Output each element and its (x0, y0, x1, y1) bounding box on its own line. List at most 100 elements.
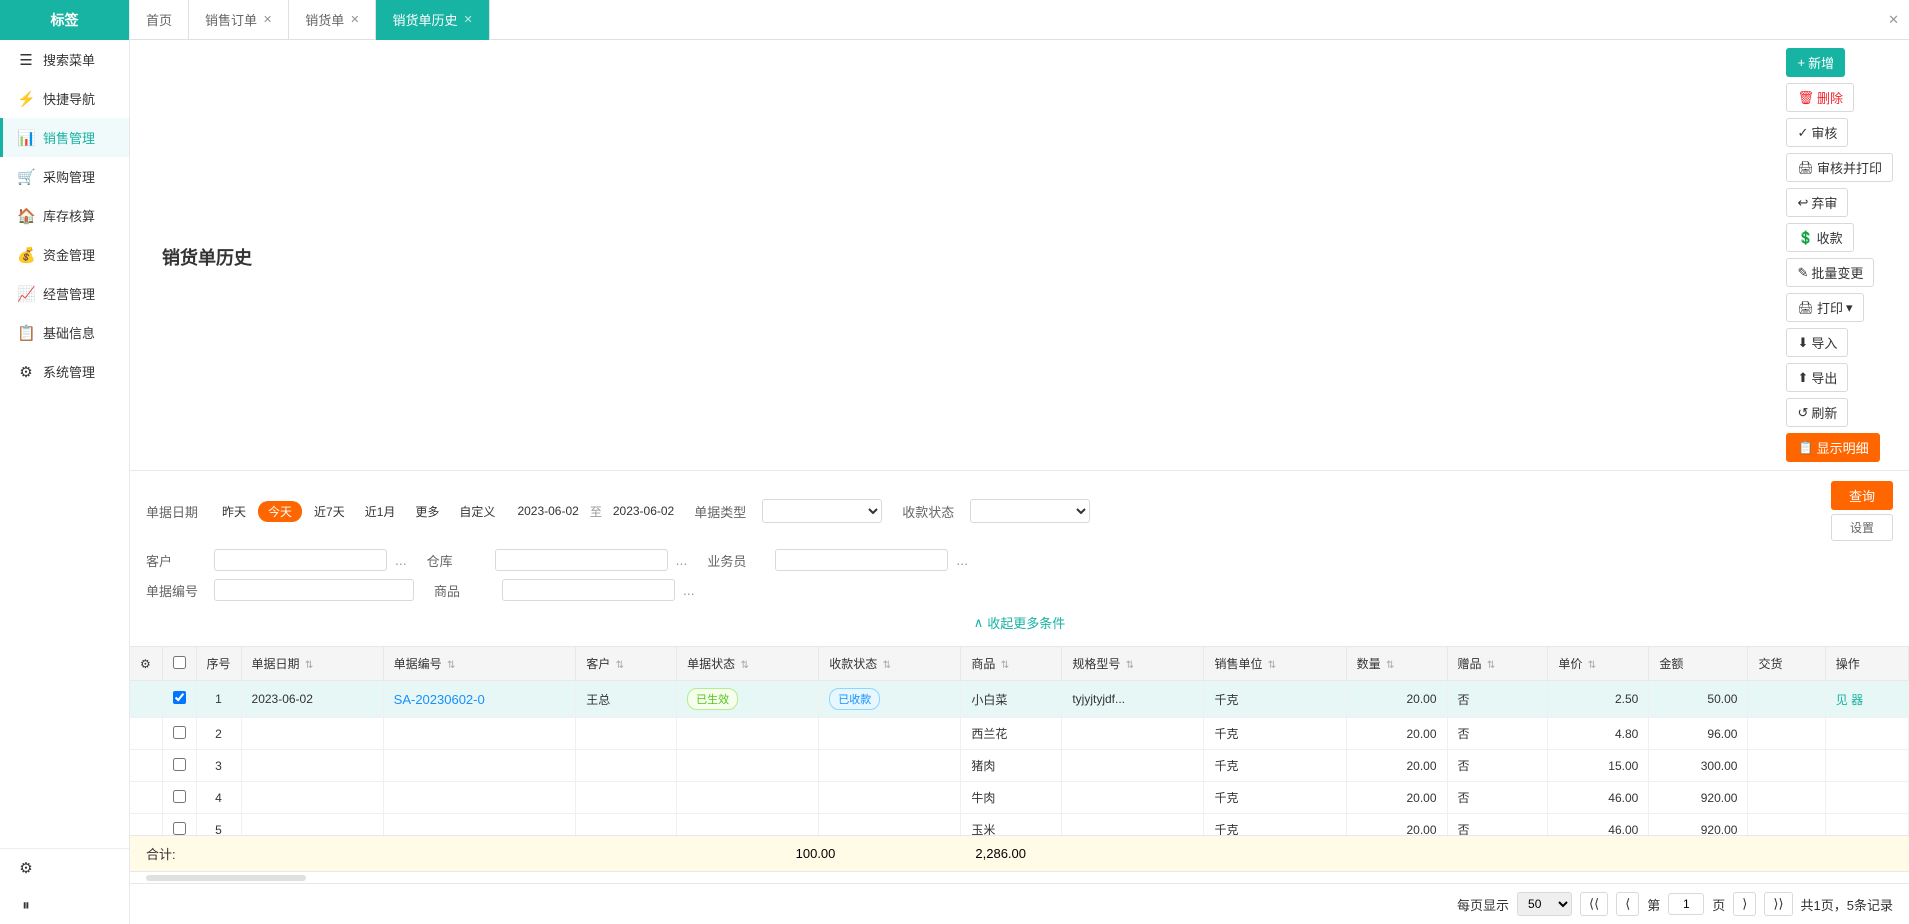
select-all-checkbox[interactable] (173, 656, 186, 669)
sidebar-item-inventory[interactable]: 🏠 库存核算 (0, 196, 129, 235)
show-detail-button[interactable]: 📋 显示明细 (1786, 433, 1879, 462)
operation-mgmt-icon: 📈 (17, 285, 35, 303)
td-payment-status (819, 782, 961, 814)
th-spec[interactable]: 规格型号 ⇅ (1062, 647, 1204, 681)
td-checkbox[interactable] (162, 814, 196, 836)
date-btn-yesterday[interactable]: 昨天 (214, 501, 254, 522)
sidebar-item-capital-mgmt[interactable]: 💰 资金管理 (0, 235, 129, 274)
tab-sales-history-close[interactable]: ✕ (464, 13, 473, 26)
td-no: 3 (196, 750, 241, 782)
th-checkbox[interactable] (162, 647, 196, 681)
td-checkbox[interactable] (162, 718, 196, 750)
payment-status-select[interactable] (970, 499, 1090, 523)
row-checkbox[interactable] (173, 758, 186, 771)
date-btn-7days[interactable]: 近7天 (306, 501, 353, 522)
staff-input[interactable] (775, 549, 948, 571)
th-gift[interactable]: 赠品 ⇅ (1447, 647, 1548, 681)
tab-sales-order-close[interactable]: ✕ (263, 13, 272, 26)
first-page-btn[interactable]: ⟨⟨ (1580, 892, 1608, 916)
setting-button[interactable]: 设置 (1831, 514, 1893, 541)
page-number-input[interactable] (1668, 893, 1704, 915)
audit-button[interactable]: ✓ 审核 (1786, 118, 1848, 147)
th-doc-no[interactable]: 单据编号 ⇅ (383, 647, 576, 681)
scrollbar-thumb[interactable] (146, 875, 306, 881)
collapse-btn[interactable]: ∧ 收起更多条件 (146, 609, 1893, 636)
filter-actions: 查询 设置 (1831, 481, 1893, 541)
doc-no-input[interactable] (214, 579, 414, 601)
window-close-btn[interactable]: ✕ (1888, 12, 1899, 28)
td-doc-status (677, 718, 819, 750)
th-goods[interactable]: 商品 ⇅ (961, 647, 1062, 681)
th-gear[interactable]: ⚙ (130, 647, 162, 681)
customer-dots-btn[interactable]: ... (395, 552, 407, 568)
td-qty: 20.00 (1346, 814, 1447, 836)
warehouse-dots-btn[interactable]: ... (676, 552, 688, 568)
date-btn-more[interactable]: 更多 (407, 501, 447, 522)
th-doc-status[interactable]: 单据状态 ⇅ (677, 647, 819, 681)
per-page-select[interactable]: 20 50 100 (1517, 892, 1572, 916)
view-action-btn[interactable]: 见 (1836, 693, 1848, 707)
sidebar-item-settings[interactable]: ⚙ (0, 849, 129, 887)
date-btn-1month[interactable]: 近1月 (357, 501, 404, 522)
sidebar-item-operation-mgmt[interactable]: 📈 经营管理 (0, 274, 129, 313)
tab-sales-history[interactable]: 销货单历史 ✕ (376, 0, 489, 40)
tab-home[interactable]: 首页 (130, 0, 189, 40)
last-page-btn[interactable]: ⟩⟩ (1764, 892, 1792, 916)
query-button[interactable]: 查询 (1831, 481, 1893, 510)
row-checkbox[interactable] (173, 691, 186, 704)
window-controls: ✕ (1888, 12, 1909, 28)
sidebar-item-pause[interactable]: ⏸ (0, 887, 129, 924)
doc-no-link[interactable]: SA-20230602-0 (394, 692, 485, 707)
next-page-btn[interactable]: ⟩ (1733, 892, 1756, 916)
th-payment-status[interactable]: 收款状态 ⇅ (819, 647, 961, 681)
date-btn-custom[interactable]: 自定义 (451, 501, 503, 522)
export-button[interactable]: ⬆ 导出 (1786, 363, 1848, 392)
warehouse-input[interactable] (495, 549, 668, 571)
prev-page-btn[interactable]: ⟨ (1616, 892, 1639, 916)
th-unit[interactable]: 销售单位 ⇅ (1204, 647, 1346, 681)
tab-sales-goods[interactable]: 销货单 ✕ (289, 0, 376, 40)
th-price[interactable]: 单价 ⇅ (1548, 647, 1649, 681)
sidebar-item-quick-nav[interactable]: ⚡ 快捷导航 (0, 79, 129, 118)
more-action-btn[interactable]: 器 (1851, 693, 1863, 707)
import-button[interactable]: ⬇ 导入 (1786, 328, 1848, 357)
refresh-button[interactable]: ↺ 刷新 (1786, 398, 1848, 427)
td-spec (1062, 782, 1204, 814)
amount-total: 2,286.00 (975, 846, 1026, 861)
sidebar-item-search-menu[interactable]: ☰ 搜索菜单 (0, 40, 129, 79)
delete-button[interactable]: 🗑 删除 (1786, 83, 1854, 112)
th-qty[interactable]: 数量 ⇅ (1346, 647, 1447, 681)
collect-button[interactable]: 💲 收款 (1786, 223, 1853, 252)
th-customer[interactable]: 客户 ⇅ (576, 647, 677, 681)
new-button[interactable]: + 新增 (1786, 48, 1845, 77)
th-doc-date[interactable]: 单据日期 ⇅ (241, 647, 383, 681)
goods-dots-btn[interactable]: ... (683, 582, 695, 598)
row-checkbox[interactable] (173, 726, 186, 739)
td-checkbox[interactable] (162, 750, 196, 782)
horizontal-scrollbar[interactable] (130, 871, 1909, 883)
tab-sales-goods-close[interactable]: ✕ (350, 13, 359, 26)
customer-input[interactable] (214, 549, 387, 571)
print-button[interactable]: 🖨 打印 ▾ (1786, 293, 1863, 322)
date-btn-today[interactable]: 今天 (258, 501, 302, 522)
td-checkbox[interactable] (162, 681, 196, 718)
date-range-separator: 至 (590, 503, 602, 520)
row-checkbox[interactable] (173, 790, 186, 803)
td-checkbox[interactable] (162, 782, 196, 814)
payment-badge: 已收款 (829, 688, 880, 710)
doc-type-select[interactable] (762, 499, 882, 523)
td-unit: 千克 (1204, 718, 1346, 750)
staff-dots-btn[interactable]: ... (956, 552, 968, 568)
abandon-button[interactable]: ↩ 弃审 (1786, 188, 1848, 217)
table-row: 4 牛肉 千克 20.00 否 46.00 920.00 (130, 782, 1909, 814)
row-checkbox[interactable] (173, 822, 186, 835)
goods-input[interactable] (502, 579, 675, 601)
sidebar-item-purchase-mgmt[interactable]: 🛒 采购管理 (0, 157, 129, 196)
audit-print-button[interactable]: 🖨 审核并打印 (1786, 153, 1893, 182)
batch-change-button[interactable]: ✎ 批量变更 (1786, 258, 1874, 287)
data-table: ⚙ 序号 单据日期 ⇅ 单据编号 ⇅ 客户 ⇅ 单据状态 ⇅ 收款状态 ⇅ 商品… (130, 647, 1909, 835)
sidebar-item-base-info[interactable]: 📋 基础信息 (0, 313, 129, 352)
sidebar-item-system-mgmt[interactable]: ⚙ 系统管理 (0, 352, 129, 391)
tab-sales-order[interactable]: 销售订单 ✕ (189, 0, 289, 40)
sidebar-item-sales-mgmt[interactable]: 📊 销售管理 (0, 118, 129, 157)
